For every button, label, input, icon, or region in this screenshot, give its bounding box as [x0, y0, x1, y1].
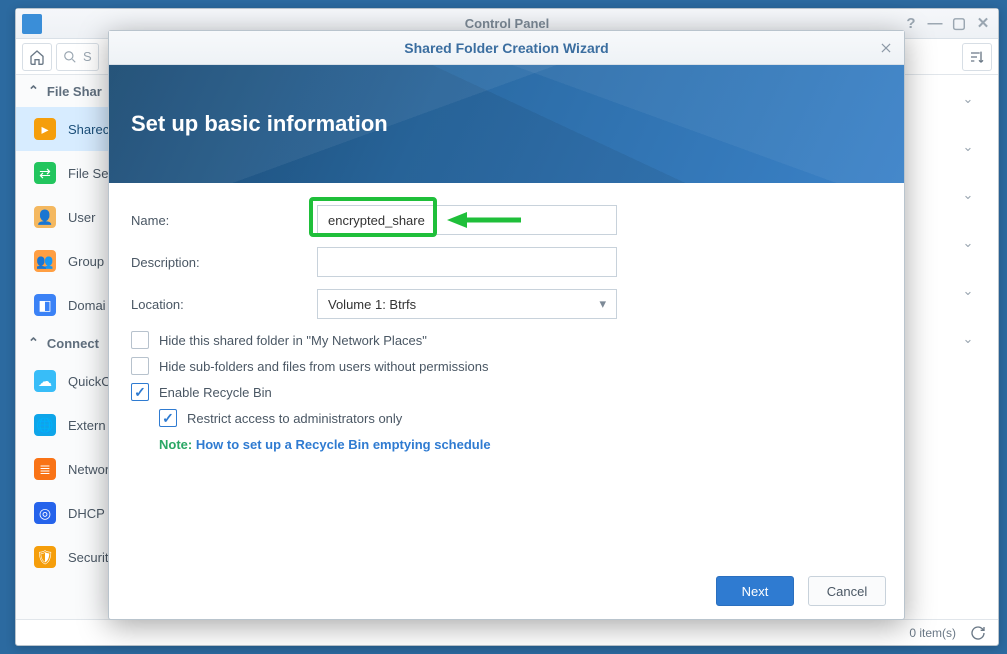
label-location: Location: — [131, 297, 317, 312]
checkbox-enable-recycle-bin[interactable]: Enable Recycle Bin — [131, 383, 882, 401]
checkbox-checked-icon — [131, 383, 149, 401]
panel-collapse-1[interactable]: ⌄ — [948, 75, 988, 123]
location-select[interactable]: Volume 1: Btrfs ▾ — [317, 289, 617, 319]
chevron-up-icon: ⌃ — [28, 83, 39, 99]
panel-collapse-5[interactable]: ⌄ — [948, 267, 988, 315]
chevron-down-icon: ⌄ — [963, 187, 974, 203]
wizard-banner-title: Set up basic information — [131, 111, 388, 137]
panel-collapse-4[interactable]: ⌄ — [948, 219, 988, 267]
network-icon: ≣ — [34, 458, 56, 480]
wizard-titlebar[interactable]: Shared Folder Creation Wizard — [109, 31, 904, 65]
home-icon — [29, 49, 45, 65]
sort-button[interactable] — [962, 43, 992, 71]
wizard-content: Name: Description: Location: Volume 1: B… — [109, 183, 904, 563]
group-icon: 👥 — [34, 250, 56, 272]
cancel-button[interactable]: Cancel — [808, 576, 886, 606]
wizard-close-button[interactable] — [876, 38, 896, 58]
shield-icon: 🛡 — [34, 546, 56, 568]
search-placeholder: S — [83, 49, 92, 64]
globe-icon: 🌐 — [34, 414, 56, 436]
checkbox-icon — [131, 331, 149, 349]
note-label: Note: — [159, 437, 196, 452]
sort-icon — [969, 49, 985, 65]
panel-collapse-6[interactable]: ⌄ — [948, 315, 988, 363]
shared-folder-icon: ▸ — [34, 118, 56, 140]
chevron-down-icon: ⌄ — [963, 235, 974, 251]
next-button[interactable]: Next — [716, 576, 794, 606]
note-link[interactable]: How to set up a Recycle Bin emptying sch… — [196, 437, 491, 452]
close-icon — [879, 41, 893, 55]
chevron-up-icon: ⌃ — [28, 335, 39, 351]
status-bar: 0 item(s) — [16, 619, 998, 645]
chevron-down-icon: ⌄ — [963, 331, 974, 347]
window-minimize-icon[interactable]: — — [924, 13, 946, 33]
label-name: Name: — [131, 213, 317, 228]
chevron-down-icon: ⌄ — [963, 91, 974, 107]
wizard-title: Shared Folder Creation Wizard — [404, 40, 608, 56]
checkbox-hide-network-places[interactable]: Hide this shared folder in "My Network P… — [131, 331, 882, 349]
window-close-icon[interactable]: ✕ — [972, 13, 994, 33]
location-value: Volume 1: Btrfs — [328, 297, 416, 312]
chevron-down-icon: ⌄ — [963, 139, 974, 155]
refresh-icon[interactable] — [970, 625, 986, 641]
user-icon: 👤 — [34, 206, 56, 228]
name-input[interactable] — [317, 205, 617, 235]
dhcp-icon: ◎ — [34, 502, 56, 524]
search-icon — [63, 50, 77, 64]
panel-collapse-3[interactable]: ⌄ — [948, 171, 988, 219]
app-icon — [22, 14, 42, 34]
checkbox-hide-subfolders[interactable]: Hide sub-folders and files from users wi… — [131, 357, 882, 375]
status-item-count: 0 item(s) — [909, 626, 956, 640]
domain-icon: ◧ — [34, 294, 56, 316]
wizard-footer: Next Cancel — [109, 563, 904, 619]
home-button[interactable] — [22, 43, 52, 71]
file-services-icon: ⇄ — [34, 162, 56, 184]
description-input[interactable] — [317, 247, 617, 277]
note-row: Note: How to set up a Recycle Bin emptyi… — [159, 437, 882, 452]
checkbox-icon — [131, 357, 149, 375]
checkbox-restrict-admins[interactable]: Restrict access to administrators only — [159, 409, 882, 427]
chevron-down-icon: ⌄ — [963, 283, 974, 299]
window-maximize-icon[interactable]: ▢ — [948, 13, 970, 33]
window-title: Control Panel — [465, 16, 550, 31]
chevron-down-icon: ▾ — [599, 296, 606, 312]
cloud-icon: ☁ — [34, 370, 56, 392]
wizard-banner: Set up basic information — [109, 65, 904, 183]
checkbox-checked-icon — [159, 409, 177, 427]
wizard-modal: Shared Folder Creation Wizard Set up bas… — [108, 30, 905, 620]
panel-collapse-2[interactable]: ⌄ — [948, 123, 988, 171]
label-description: Description: — [131, 255, 317, 270]
